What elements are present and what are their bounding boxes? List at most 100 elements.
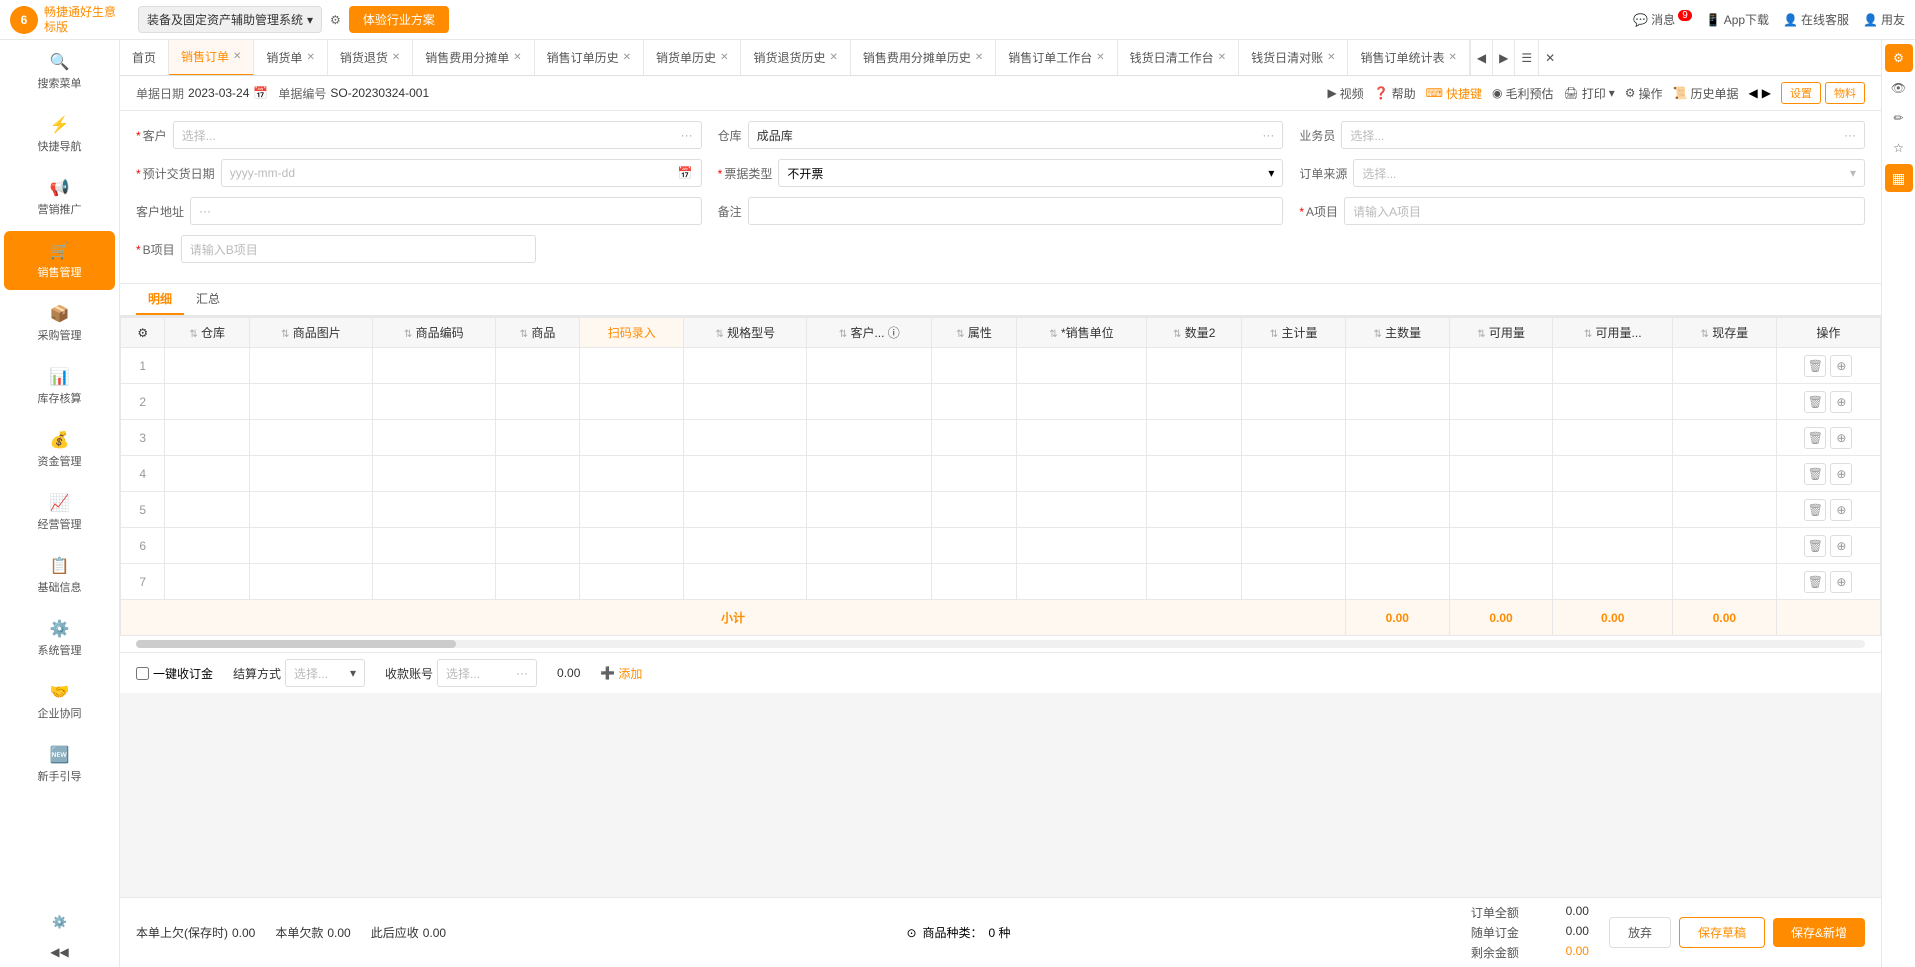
row-customer-code-4[interactable] <box>807 456 932 492</box>
operation-btn[interactable]: ⚙ 操作 <box>1625 85 1663 102</box>
row-copy-btn-3[interactable]: ⊕ <box>1830 427 1852 449</box>
sidebar-item-operations[interactable]: 📈 经营管理 <box>4 483 115 542</box>
row-code-5[interactable] <box>372 492 495 528</box>
row-unit-5[interactable] <box>1016 492 1146 528</box>
row-customer-code-2[interactable] <box>807 384 932 420</box>
row-spec-6[interactable] <box>684 528 807 564</box>
sidebar-item-guide[interactable]: 🆕 新手引导 <box>4 735 115 794</box>
one-click-checkbox[interactable] <box>136 667 149 680</box>
tab-close-icon[interactable]: ✕ <box>829 52 837 63</box>
row-main-qty-6[interactable] <box>1345 528 1449 564</box>
row-goods-6[interactable] <box>495 528 579 564</box>
row-unit-7[interactable] <box>1016 564 1146 600</box>
row-spec-1[interactable] <box>684 348 807 384</box>
row-main-unit-2[interactable] <box>1242 384 1346 420</box>
add-payment-button[interactable]: ➕ 添加 <box>600 665 642 682</box>
th-customer-code[interactable]: ⇅ 客户... ⓘ <box>807 318 932 348</box>
row-goods-3[interactable] <box>495 420 579 456</box>
tab-close-icon[interactable]: ✕ <box>720 52 728 63</box>
history-btn[interactable]: 📜 历史单据 <box>1673 85 1739 102</box>
user-item[interactable]: 👤 用友 <box>1863 11 1905 28</box>
row-qty2-1[interactable] <box>1147 348 1242 384</box>
row-main-qty-1[interactable] <box>1345 348 1449 384</box>
settings-button[interactable]: 设置 <box>1781 82 1821 104</box>
th-unit[interactable]: ⇅ *销售单位 <box>1016 318 1146 348</box>
receipt-account-input[interactable]: 选择... ··· <box>437 659 537 687</box>
salesperson-input[interactable]: 选择... ··· <box>1341 121 1865 149</box>
gear-icon[interactable]: ⚙ <box>330 13 341 27</box>
th-main-unit[interactable]: ⇅ 主计量 <box>1242 318 1346 348</box>
tab-menu-button[interactable]: ☰ <box>1514 40 1538 76</box>
row-qty2-2[interactable] <box>1147 384 1242 420</box>
tab-sales-fee-split[interactable]: 销售费用分摊单 ✕ <box>413 40 534 76</box>
sidebar-item-nav[interactable]: ⚡ 快捷导航 <box>4 105 115 164</box>
row-warehouse-2[interactable] <box>165 384 249 420</box>
row-delete-btn-5[interactable]: 🗑 <box>1804 499 1826 521</box>
row-main-unit-4[interactable] <box>1242 456 1346 492</box>
row-goods-1[interactable] <box>495 348 579 384</box>
row-image-5[interactable] <box>249 492 372 528</box>
tab-sales-order[interactable]: 销售订单 ✕ <box>169 40 254 76</box>
th-code[interactable]: ⇅ 商品编码 <box>372 318 495 348</box>
a-project-input[interactable]: 请输入A项目 <box>1344 197 1865 225</box>
tab-cash-reconcile[interactable]: 钱货日清对账 ✕ <box>1239 40 1348 76</box>
row-scan-2[interactable] <box>580 384 684 420</box>
row-attribute-2[interactable] <box>932 384 1016 420</box>
sidebar-collapse-button[interactable]: ◀◀ <box>0 937 119 967</box>
sidebar-item-basic[interactable]: 📋 基础信息 <box>4 546 115 605</box>
row-attribute-7[interactable] <box>932 564 1016 600</box>
tab-sales-return-history[interactable]: 销货单历史 ✕ <box>644 40 741 76</box>
shortcut-btn[interactable]: ⌨ 快捷键 <box>1426 85 1482 102</box>
row-available2-4[interactable] <box>1553 456 1673 492</box>
tab-sales-refund[interactable]: 销货退货 ✕ <box>328 40 413 76</box>
tab-sales-return[interactable]: 销货单 ✕ <box>254 40 327 76</box>
row-customer-code-1[interactable] <box>807 348 932 384</box>
row-spec-7[interactable] <box>684 564 807 600</box>
row-delete-btn-1[interactable]: 🗑 <box>1804 355 1826 377</box>
row-available2-3[interactable] <box>1553 420 1673 456</box>
tab-sales-order-workbench[interactable]: 销售订单工作台 ✕ <box>996 40 1117 76</box>
row-available-1[interactable] <box>1449 348 1553 384</box>
one-click-checkout-checkbox[interactable]: 一键收订金 <box>136 665 213 682</box>
row-main-unit-5[interactable] <box>1242 492 1346 528</box>
row-unit-4[interactable] <box>1016 456 1146 492</box>
tab-sales-order-history[interactable]: 销售订单历史 ✕ <box>535 40 644 76</box>
sidebar-item-marketing[interactable]: 📢 营销推广 <box>4 168 115 227</box>
row-scan-4[interactable] <box>580 456 684 492</box>
row-main-qty-3[interactable] <box>1345 420 1449 456</box>
row-copy-btn-5[interactable]: ⊕ <box>1830 499 1852 521</box>
row-image-4[interactable] <box>249 456 372 492</box>
customer-input[interactable]: 选择... ··· <box>173 121 702 149</box>
sidebar-item-sales[interactable]: 🛒 销售管理 <box>4 231 115 290</box>
row-code-7[interactable] <box>372 564 495 600</box>
row-main-unit-6[interactable] <box>1242 528 1346 564</box>
row-delete-btn-3[interactable]: 🗑 <box>1804 427 1826 449</box>
nav-right-icon[interactable]: ▶ <box>1762 86 1771 100</box>
row-qty2-7[interactable] <box>1147 564 1242 600</box>
th-settings[interactable]: ⚙ <box>121 318 165 348</box>
row-scan-6[interactable] <box>580 528 684 564</box>
th-spec[interactable]: ⇅ 规格型号 <box>684 318 807 348</box>
material-button[interactable]: 物料 <box>1825 82 1865 104</box>
row-main-unit-1[interactable] <box>1242 348 1346 384</box>
row-scan-1[interactable] <box>580 348 684 384</box>
row-main-unit-3[interactable] <box>1242 420 1346 456</box>
row-image-1[interactable] <box>249 348 372 384</box>
delivery-date-input[interactable]: yyyy-mm-dd 📅 <box>221 159 702 187</box>
sidebar-item-finance[interactable]: 💰 资金管理 <box>4 420 115 479</box>
th-attribute[interactable]: ⇅ 属性 <box>932 318 1016 348</box>
row-attribute-5[interactable] <box>932 492 1016 528</box>
system-name-selector[interactable]: 装备及固定资产辅助管理系统 ▾ <box>138 6 322 33</box>
row-delete-btn-2[interactable]: 🗑 <box>1804 391 1826 413</box>
th-available2[interactable]: ⇅ 可用量... <box>1553 318 1673 348</box>
row-available2-2[interactable] <box>1553 384 1673 420</box>
scrollbar-thumb[interactable] <box>136 640 456 648</box>
row-spec-5[interactable] <box>684 492 807 528</box>
row-customer-code-6[interactable] <box>807 528 932 564</box>
row-available2-5[interactable] <box>1553 492 1673 528</box>
row-code-6[interactable] <box>372 528 495 564</box>
tab-close-icon[interactable]: ✕ <box>1218 52 1226 63</box>
row-main-unit-7[interactable] <box>1242 564 1346 600</box>
discard-button[interactable]: 放弃 <box>1609 917 1671 948</box>
tab-sales-refund-history[interactable]: 销货退货历史 ✕ <box>741 40 850 76</box>
